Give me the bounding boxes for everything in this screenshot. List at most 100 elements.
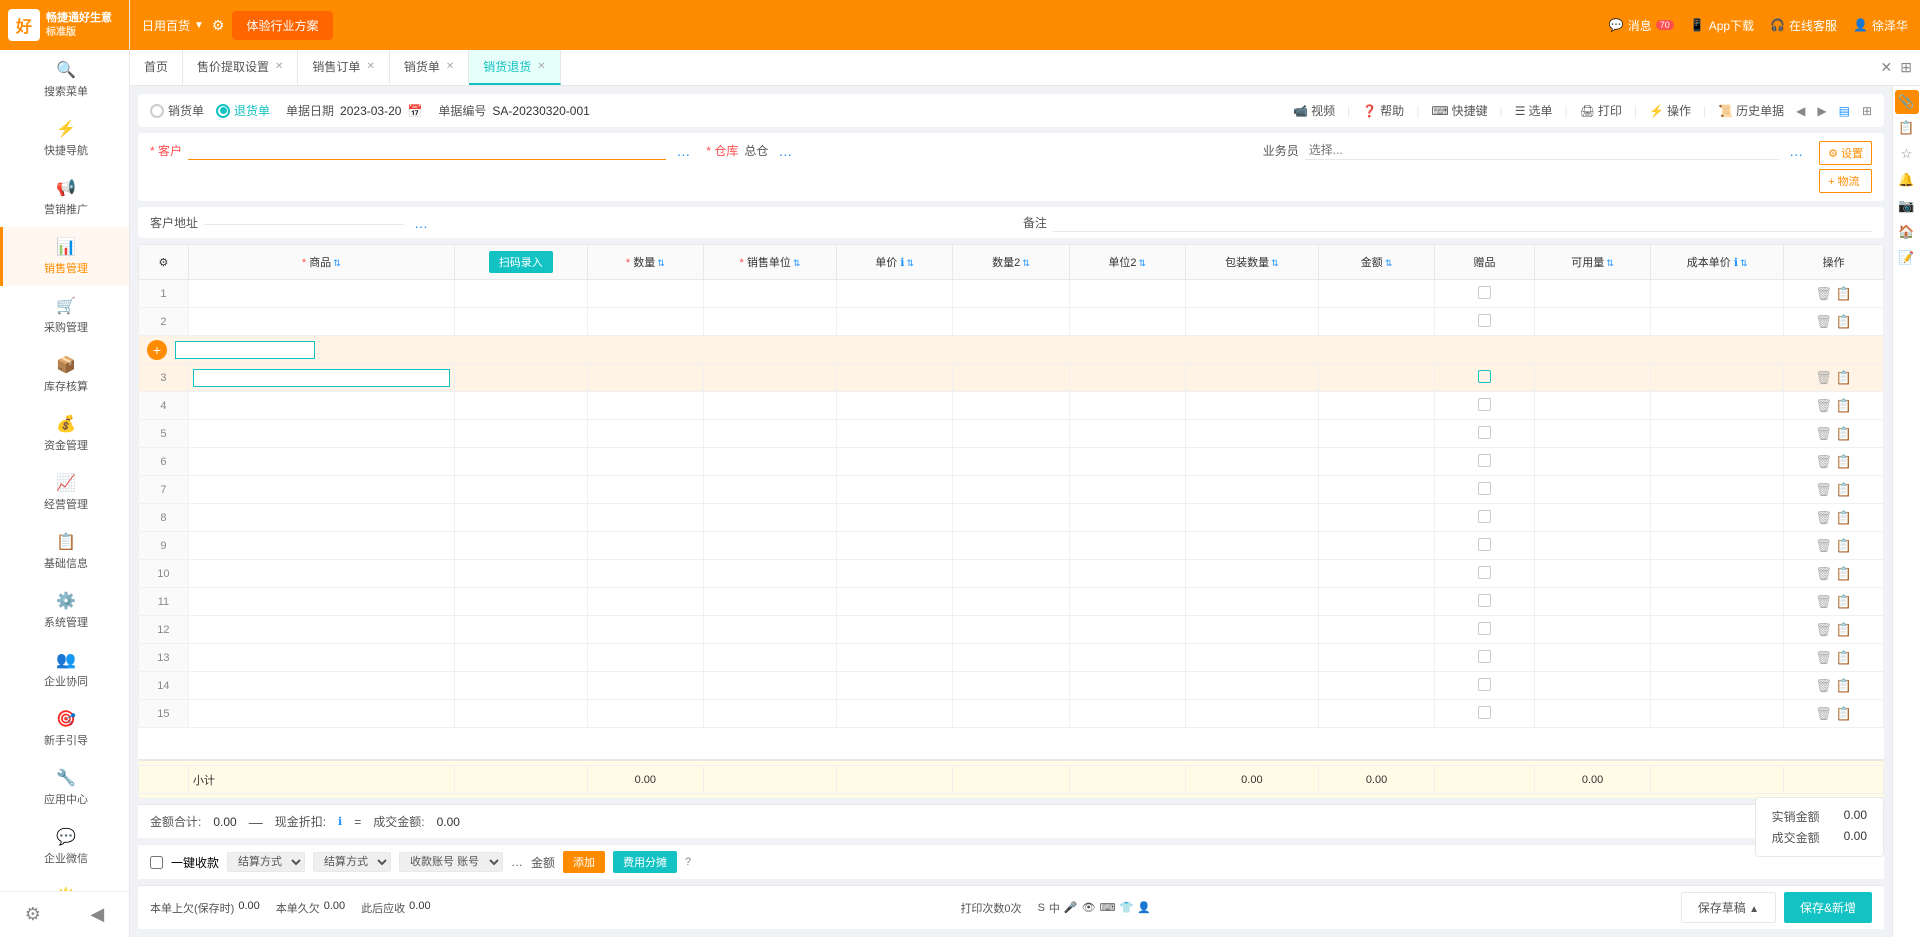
qty2-cell[interactable]	[953, 476, 1069, 504]
unit-cell[interactable]	[704, 700, 837, 728]
tab-price-settings[interactable]: 售价提取设置 ✕	[183, 50, 298, 85]
qty2-cell[interactable]	[953, 588, 1069, 616]
unit2-cell[interactable]	[1069, 280, 1185, 308]
qty2-cell[interactable]	[953, 448, 1069, 476]
unit-cell[interactable]	[704, 616, 837, 644]
right-panel-icon-4[interactable]: 📷	[1895, 194, 1919, 218]
delete-icon[interactable]: 🗑	[1815, 314, 1832, 330]
qty-cell[interactable]	[587, 280, 703, 308]
copy-icon[interactable]: 📋	[1836, 454, 1852, 470]
sidebar-item-system[interactable]: ⚙️系统管理	[0, 581, 129, 640]
expand-btn[interactable]: ⊞	[1900, 59, 1912, 76]
sidebar-item-guide[interactable]: 🎯新手引导	[0, 699, 129, 758]
sort-cost-icon[interactable]: ⇅	[1740, 258, 1748, 268]
close-all-btn[interactable]: ✕	[1881, 59, 1893, 76]
gift-checkbox[interactable]	[1478, 510, 1491, 523]
unit-cell[interactable]	[704, 420, 837, 448]
customer-service-item[interactable]: 🎧 在线客服	[1770, 17, 1837, 34]
price-cell[interactable]	[836, 364, 952, 392]
product-cell[interactable]	[188, 420, 454, 448]
app-download-item[interactable]: 📱 App下载	[1690, 17, 1754, 34]
gift-cell[interactable]	[1435, 420, 1535, 448]
radio-sales[interactable]: 销货单	[150, 102, 204, 119]
unit-cell[interactable]	[704, 532, 837, 560]
qty2-cell[interactable]	[953, 308, 1069, 336]
pack-cell[interactable]	[1185, 448, 1318, 476]
product-cell[interactable]	[188, 504, 454, 532]
product-cell[interactable]	[188, 644, 454, 672]
tab-sales[interactable]: 销货单 ✕	[390, 50, 469, 85]
qty2-cell[interactable]	[953, 280, 1069, 308]
nav-prev[interactable]: ◀	[1796, 104, 1805, 118]
price-cell[interactable]	[836, 280, 952, 308]
pack-cell[interactable]	[1185, 504, 1318, 532]
copy-icon[interactable]: 📋	[1836, 566, 1852, 582]
unit2-cell[interactable]	[1069, 700, 1185, 728]
right-panel-icon-2[interactable]: ☆	[1895, 142, 1919, 166]
product-cell[interactable]	[188, 392, 454, 420]
unit-cell[interactable]	[704, 588, 837, 616]
right-panel-icon-6[interactable]: 📝	[1895, 246, 1919, 270]
unit2-cell[interactable]	[1069, 448, 1185, 476]
sidebar-item-wxwork[interactable]: 💬企业微信	[0, 817, 129, 876]
gift-cell[interactable]	[1435, 476, 1535, 504]
add-payment-btn[interactable]: 添加	[563, 851, 605, 873]
delete-icon[interactable]: 🗑	[1815, 650, 1832, 666]
toolbar-video[interactable]: 📹视频	[1293, 102, 1335, 119]
unit-cell[interactable]	[704, 448, 837, 476]
gift-checkbox[interactable]	[1478, 594, 1491, 607]
calc-select[interactable]: 结算方式	[313, 852, 391, 872]
sidebar-item-basics[interactable]: 📋基础信息	[0, 522, 129, 581]
qty-cell[interactable]	[587, 700, 703, 728]
toolbar-print[interactable]: 🖨打印	[1580, 102, 1622, 119]
product-cell[interactable]	[188, 532, 454, 560]
qty-cell[interactable]	[587, 588, 703, 616]
unit-cell[interactable]	[704, 364, 837, 392]
pack-cell[interactable]	[1185, 392, 1318, 420]
nav-next[interactable]: ▶	[1817, 104, 1826, 118]
price-cell[interactable]	[836, 420, 952, 448]
right-panel-icon-5[interactable]: 🏠	[1895, 220, 1919, 244]
amount-cell[interactable]	[1318, 644, 1434, 672]
gift-checkbox[interactable]	[1478, 426, 1491, 439]
gift-checkbox[interactable]	[1478, 678, 1491, 691]
sort-amount-icon[interactable]: ⇅	[1385, 258, 1393, 268]
table-settings-icon[interactable]: ⚙	[158, 257, 168, 269]
gift-cell[interactable]	[1435, 280, 1535, 308]
copy-icon[interactable]: 📋	[1836, 594, 1852, 610]
unit-cell[interactable]	[704, 392, 837, 420]
copy-icon[interactable]: 📋	[1836, 426, 1852, 442]
settlement-select[interactable]: 结算方式	[227, 852, 305, 872]
gift-checkbox[interactable]	[1478, 454, 1491, 467]
qty-cell[interactable]	[587, 504, 703, 532]
product-cell[interactable]	[188, 560, 454, 588]
qty2-cell[interactable]	[953, 616, 1069, 644]
sidebar-item-member[interactable]: 🌟畅会员	[0, 876, 129, 891]
qty-cell[interactable]	[587, 644, 703, 672]
qty2-cell[interactable]	[953, 700, 1069, 728]
sidebar-item-inventory[interactable]: 📦库存核算	[0, 345, 129, 404]
toolbar-ops[interactable]: ⚡操作	[1649, 102, 1691, 119]
settings-btn[interactable]: ⚙	[21, 900, 45, 929]
gift-checkbox[interactable]	[1478, 398, 1491, 411]
toolbar-shortcut[interactable]: ⌨快捷键	[1431, 102, 1487, 119]
pack-cell[interactable]	[1185, 672, 1318, 700]
unit-cell[interactable]	[704, 280, 837, 308]
tab-home[interactable]: 首页	[130, 50, 183, 85]
unit2-cell[interactable]	[1069, 476, 1185, 504]
unit-cell[interactable]	[704, 308, 837, 336]
customer-input[interactable]	[188, 141, 666, 160]
qty-cell[interactable]	[587, 672, 703, 700]
sort-unit-icon[interactable]: ⇅	[793, 258, 801, 268]
product-cell[interactable]	[188, 280, 454, 308]
qty2-cell[interactable]	[953, 560, 1069, 588]
unit2-cell[interactable]	[1069, 560, 1185, 588]
tab-return-close[interactable]: ✕	[537, 61, 545, 72]
amount-cell[interactable]	[1318, 308, 1434, 336]
unit2-cell[interactable]	[1069, 644, 1185, 672]
price-cell[interactable]	[836, 448, 952, 476]
sidebar-item-sales[interactable]: 📊销售管理	[0, 227, 129, 286]
pack-cell[interactable]	[1185, 644, 1318, 672]
qty-cell[interactable]	[587, 476, 703, 504]
table-scroll[interactable]: ⚙ * 商品⇅ 扫码录入 * 数量⇅ * 销售单位⇅ 单价 ℹ⇅ 数量2⇅ 单位…	[138, 244, 1884, 759]
